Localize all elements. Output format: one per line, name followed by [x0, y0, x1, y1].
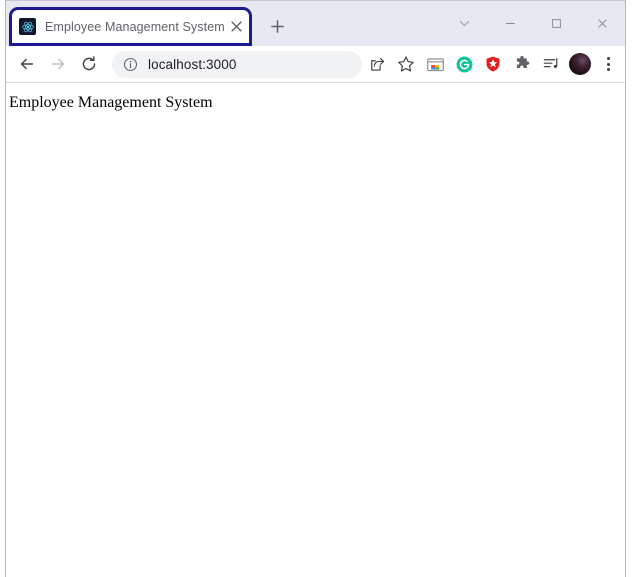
- close-tab-button[interactable]: [226, 17, 246, 37]
- shield-star-icon[interactable]: [479, 50, 507, 78]
- menu-dot: [606, 62, 610, 66]
- avatar-icon: [569, 53, 591, 75]
- star-icon[interactable]: [392, 50, 420, 78]
- grammarly-icon[interactable]: [450, 50, 478, 78]
- tab-search-button[interactable]: [441, 1, 487, 46]
- address-bar-url: localhost:3000: [148, 56, 237, 72]
- tab-strip: Employee Management System: [6, 0, 625, 46]
- browser-tab-active[interactable]: Employee Management System: [9, 7, 252, 46]
- browser-window: Employee Management System localhost:300…: [5, 0, 626, 577]
- media-list-icon[interactable]: [537, 50, 565, 78]
- web-store-icon[interactable]: [421, 50, 449, 78]
- page-title: Employee Management System: [9, 94, 213, 111]
- page-viewport: Employee Management System: [6, 83, 625, 577]
- share-icon[interactable]: [363, 50, 391, 78]
- menu-dot: [606, 57, 610, 60]
- minimize-button[interactable]: [487, 1, 533, 46]
- browser-tab-title: Employee Management System: [45, 19, 225, 34]
- profile-button[interactable]: [566, 50, 594, 78]
- three-dots-icon[interactable]: [596, 50, 620, 78]
- react-logo-icon: [19, 18, 36, 35]
- maximize-button[interactable]: [533, 1, 579, 46]
- close-window-button[interactable]: [579, 1, 625, 46]
- puzzle-piece-icon[interactable]: [508, 50, 536, 78]
- window-controls: [441, 1, 625, 46]
- reload-button[interactable]: [73, 49, 104, 80]
- forward-button[interactable]: [42, 49, 73, 80]
- back-button[interactable]: [11, 49, 42, 80]
- menu-dot: [606, 68, 610, 71]
- address-bar[interactable]: localhost:3000: [112, 50, 362, 78]
- site-information-icon[interactable]: [122, 56, 139, 73]
- new-tab-button[interactable]: [264, 13, 290, 39]
- browser-toolbar: localhost:3000: [6, 46, 625, 83]
